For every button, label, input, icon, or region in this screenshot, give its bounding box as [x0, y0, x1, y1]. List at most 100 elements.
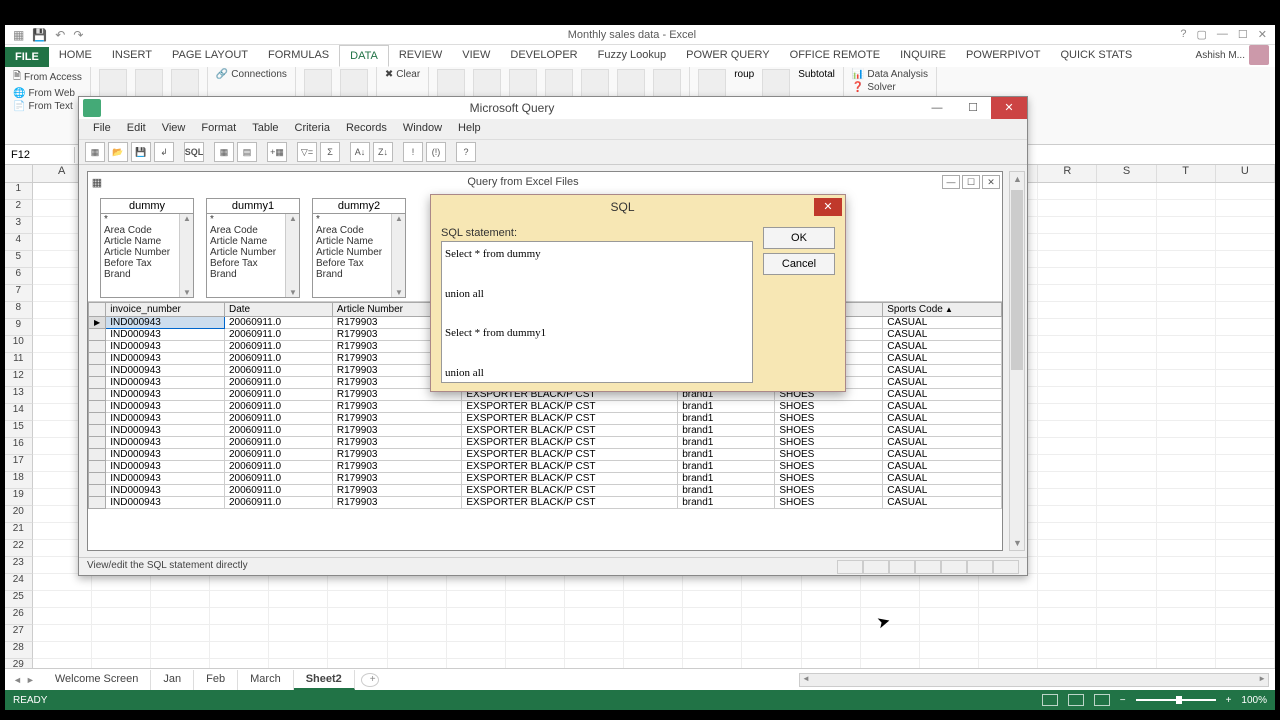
cell[interactable] — [1097, 540, 1156, 557]
cell[interactable] — [1216, 353, 1275, 370]
row-header[interactable]: 27 — [5, 625, 33, 642]
from-text-button[interactable]: 📄 From Text — [13, 101, 82, 112]
grid-cell[interactable]: CASUAL — [883, 473, 1002, 485]
grid-cell[interactable]: CASUAL — [883, 437, 1002, 449]
cell[interactable] — [33, 608, 92, 625]
cell[interactable] — [1216, 268, 1275, 285]
cell[interactable] — [624, 591, 683, 608]
cell[interactable] — [1157, 489, 1216, 506]
cell[interactable] — [979, 642, 1038, 659]
cell[interactable] — [1038, 387, 1097, 404]
row-header[interactable]: 13 — [5, 387, 33, 404]
grid-cell[interactable]: CASUAL — [883, 389, 1002, 401]
table-pane[interactable]: dummy*Area CodeArticle NameArticle Numbe… — [100, 198, 194, 295]
cell[interactable] — [1157, 642, 1216, 659]
cell[interactable] — [1216, 251, 1275, 268]
sort-asc-icon[interactable]: A↓ — [350, 142, 370, 162]
cell[interactable] — [565, 642, 624, 659]
cell[interactable] — [683, 591, 742, 608]
grid-cell[interactable]: CASUAL — [883, 413, 1002, 425]
cell[interactable] — [802, 642, 861, 659]
cell[interactable] — [1216, 404, 1275, 421]
cell[interactable] — [447, 642, 506, 659]
grid-cell[interactable]: CASUAL — [883, 317, 1002, 329]
clear-button[interactable]: ✖ Clear — [385, 69, 420, 80]
grid-cell[interactable]: SHOES — [775, 485, 883, 497]
cell[interactable] — [742, 574, 801, 591]
cell[interactable] — [683, 574, 742, 591]
cell[interactable] — [1038, 608, 1097, 625]
row-header[interactable]: 4 — [5, 234, 33, 251]
cell[interactable] — [1216, 506, 1275, 523]
account-user[interactable]: Ashish M... — [1190, 43, 1275, 67]
grid-cell[interactable]: IND000943 — [106, 461, 225, 473]
normal-view-icon[interactable] — [1042, 694, 1058, 706]
cell[interactable] — [920, 642, 979, 659]
row-header[interactable]: 21 — [5, 523, 33, 540]
cell[interactable] — [1216, 608, 1275, 625]
show-tables-icon[interactable]: ▦ — [214, 142, 234, 162]
grid-cell[interactable]: EXSPORTER BLACK/P CST — [462, 437, 678, 449]
maximize-icon[interactable]: ☐ — [1238, 28, 1248, 41]
cell[interactable] — [1038, 591, 1097, 608]
cell[interactable] — [1216, 387, 1275, 404]
ribbon-tab-home[interactable]: HOME — [49, 45, 102, 67]
row-header[interactable]: 20 — [5, 506, 33, 523]
grid-cell[interactable]: IND000943 — [106, 485, 225, 497]
grid-cell[interactable]: brand1 — [678, 425, 775, 437]
cell[interactable] — [33, 574, 92, 591]
row-header[interactable]: 3 — [5, 217, 33, 234]
cell[interactable] — [1097, 387, 1156, 404]
cell[interactable] — [269, 574, 328, 591]
grid-cell[interactable]: EXSPORTER BLACK/P CST — [462, 473, 678, 485]
cell[interactable] — [269, 608, 328, 625]
sheet-tab[interactable]: Welcome Screen — [43, 670, 152, 690]
cell[interactable] — [1038, 489, 1097, 506]
grid-cell[interactable]: R179903 — [332, 413, 462, 425]
column-header[interactable]: S — [1097, 165, 1156, 182]
cell[interactable] — [1097, 217, 1156, 234]
cell[interactable] — [1157, 506, 1216, 523]
grid-cell[interactable]: brand1 — [678, 413, 775, 425]
sql-icon[interactable]: SQL — [184, 142, 204, 162]
grid-cell[interactable]: 20060911.0 — [224, 377, 332, 389]
grid-cell[interactable]: CASUAL — [883, 377, 1002, 389]
minimize-icon[interactable]: — — [1217, 28, 1228, 41]
cell[interactable] — [1216, 642, 1275, 659]
grid-cell[interactable]: SHOES — [775, 497, 883, 509]
ribbon-tab-formulas[interactable]: FORMULAS — [258, 45, 339, 67]
grid-cell[interactable]: CASUAL — [883, 485, 1002, 497]
grid-cell[interactable]: EXSPORTER BLACK/P CST — [462, 497, 678, 509]
ribbon-tab-power-query[interactable]: POWER QUERY — [676, 45, 780, 67]
mq-title-bar[interactable]: Microsoft Query —☐✕ — [79, 97, 1027, 119]
grid-cell[interactable]: R179903 — [332, 449, 462, 461]
save-icon[interactable]: 💾 — [32, 28, 47, 42]
cell[interactable] — [1216, 183, 1275, 200]
from-access-button[interactable]: 🗎 From Access — [13, 69, 82, 86]
cell[interactable] — [1216, 557, 1275, 574]
grid-cell[interactable]: 20060911.0 — [224, 317, 332, 329]
grid-cell[interactable]: CASUAL — [883, 449, 1002, 461]
row-header[interactable]: 23 — [5, 557, 33, 574]
cell[interactable] — [506, 591, 565, 608]
cell[interactable] — [1216, 489, 1275, 506]
cell[interactable] — [388, 574, 447, 591]
cell[interactable] — [1216, 438, 1275, 455]
cell[interactable] — [979, 574, 1038, 591]
mq-menu-view[interactable]: View — [156, 121, 192, 137]
quick-access-toolbar[interactable]: ▦ 💾 ↶ ↷ — [5, 28, 91, 42]
cell[interactable] — [1097, 370, 1156, 387]
solver-button[interactable]: ❓ Solver — [852, 82, 928, 93]
cell[interactable] — [1038, 455, 1097, 472]
grid-cell[interactable]: EXSPORTER BLACK/P CST — [462, 461, 678, 473]
cell[interactable] — [1157, 302, 1216, 319]
grid-cell[interactable]: 20060911.0 — [224, 449, 332, 461]
cell[interactable] — [1097, 625, 1156, 642]
cell[interactable] — [1157, 625, 1216, 642]
return-data-icon[interactable]: ↲ — [154, 142, 174, 162]
cell[interactable] — [1097, 574, 1156, 591]
cell[interactable] — [151, 642, 210, 659]
child-maximize-icon[interactable]: ☐ — [962, 175, 980, 189]
cell[interactable] — [1157, 370, 1216, 387]
cell[interactable] — [624, 608, 683, 625]
